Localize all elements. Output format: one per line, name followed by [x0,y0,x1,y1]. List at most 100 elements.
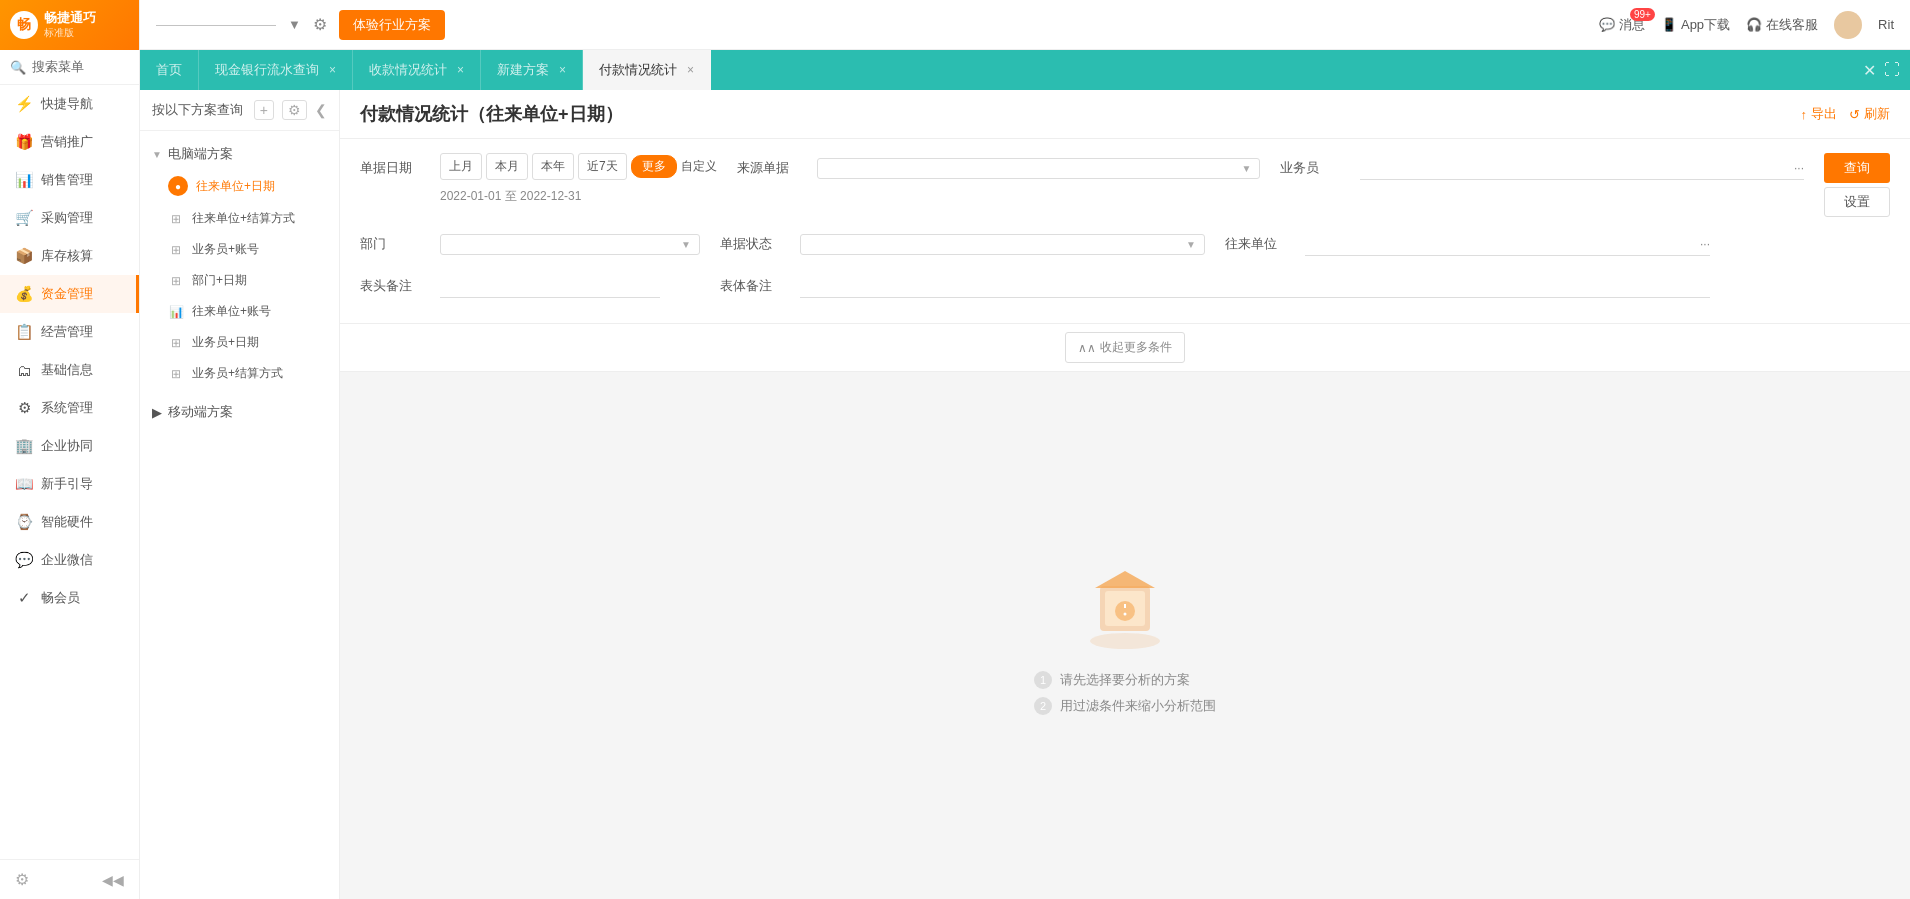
tab-bank-close[interactable]: × [329,63,336,77]
scheme-settings-icon[interactable]: ⚙ [282,100,307,120]
empty-illustration [1075,556,1175,659]
tab-new-scheme[interactable]: 新建方案 × [481,50,583,90]
date-custom-label[interactable]: 自定义 [681,158,717,175]
trial-button[interactable]: 体验行业方案 [339,10,445,40]
sidebar-item-basic[interactable]: 🗂 基础信息 [0,351,139,389]
tabs-actions: ✕ ⛶ [1863,61,1910,80]
scheme-item-unit-account[interactable]: 📊 往来单位+账号 [140,296,339,327]
date-this-year[interactable]: 本年 [532,153,574,180]
sidebar-item-system[interactable]: ⚙ 系统管理 [0,389,139,427]
date-range: 2022-01-01 至 2022-12-31 [440,188,717,205]
staff-label: 业务员 [1280,153,1360,183]
doc-status-select[interactable]: ▼ [800,234,1205,255]
sidebar-item-marketing[interactable]: 🎁 营销推广 [0,123,139,161]
tab-collection[interactable]: 收款情况统计 × [353,50,481,90]
search-icon: 🔍 [10,60,26,75]
header-note-input[interactable] [440,275,660,298]
sidebar-item-inventory[interactable]: 📦 库存核算 [0,237,139,275]
header-dropdown-icon[interactable]: ▼ [288,17,301,32]
sidebar-nav: ⚡ 快捷导航 🎁 营销推广 📊 销售管理 🛒 采购管理 📦 库存核算 💰 资金管… [0,85,139,859]
online-service-button[interactable]: 🎧 在线客服 [1746,16,1818,34]
date-7days[interactable]: 近7天 [578,153,627,180]
tab-expand-icon[interactable]: ⛶ [1884,61,1900,79]
add-scheme-icon[interactable]: + [254,100,274,120]
svg-point-0 [1090,633,1160,649]
empty-state: 1 请先选择要分析的方案 2 用过滤条件来缩小分析范围 [340,372,1910,899]
scheme-item-staff-date[interactable]: ⊞ 业务员+日期 [140,327,339,358]
left-panel-toolbar: + ⚙ [254,100,307,120]
mobile-scheme-section: ▶ 移动端方案 [140,397,339,427]
scheme-item-unit-payment[interactable]: ⊞ 往来单位+结算方式 [140,203,339,234]
query-button[interactable]: 查询 [1824,153,1890,183]
scheme-item-dept-date[interactable]: ⊞ 部门+日期 [140,265,339,296]
panel-collapse-icon[interactable]: ❮ [315,102,327,118]
unit-input[interactable]: ··· [1305,233,1710,256]
quick-nav-icon: ⚡ [15,95,33,113]
sidebar-item-sales[interactable]: 📊 销售管理 [0,161,139,199]
user-avatar [1834,11,1862,39]
sidebar-item-hardware[interactable]: ⌚ 智能硬件 [0,503,139,541]
scheme-item-unit-date[interactable]: ● 往来单位+日期 [140,169,339,203]
sidebar-item-purchase[interactable]: 🛒 采购管理 [0,199,139,237]
service-icon: 🎧 [1746,17,1762,32]
tab-bank-label: 现金银行流水查询 [215,61,319,79]
date-more-button[interactable]: 更多 [631,155,677,178]
top-header: —————————— ▼ ⚙ 体验行业方案 💬 消息 99+ 📱 App下载 🎧… [140,0,1910,50]
tab-home[interactable]: 首页 [140,50,199,90]
sidebar-item-collab[interactable]: 🏢 企业协同 [0,427,139,465]
refresh-label: 刷新 [1864,105,1890,123]
sidebar-collapse-icon[interactable]: ◀◀ [102,872,124,888]
scheme-item-staff-account[interactable]: ⊞ 业务员+账号 [140,234,339,265]
empty-hint-2: 2 用过滤条件来缩小分析范围 [1034,697,1216,715]
scheme-item-label: 业务员+日期 [192,334,259,351]
export-button[interactable]: ↑ 导出 [1801,105,1838,123]
tab-new-scheme-close[interactable]: × [559,63,566,77]
tab-payment[interactable]: 付款情况统计 × [583,50,711,90]
tab-payment-close[interactable]: × [687,63,694,77]
staff-input[interactable]: ··· [1360,157,1804,180]
refresh-button[interactable]: ↺ 刷新 [1849,105,1890,123]
scheme-item-staff-payment[interactable]: ⊞ 业务员+结算方式 [140,358,339,389]
settings-button[interactable]: 设置 [1824,187,1890,217]
tab-bank[interactable]: 现金银行流水查询 × [199,50,353,90]
source-select[interactable]: ▼ [817,158,1261,179]
basic-icon: 🗂 [15,361,33,379]
search-label: 搜索菜单 [32,58,84,76]
right-panel: 付款情况统计（往来单位+日期） ↑ 导出 ↺ 刷新 [340,90,1910,899]
messages-button[interactable]: 💬 消息 99+ [1599,16,1645,34]
main-area: —————————— ▼ ⚙ 体验行业方案 💬 消息 99+ 📱 App下载 🎧… [140,0,1910,899]
collab-icon: 🏢 [15,437,33,455]
dept-dropdown-icon: ▼ [681,239,691,250]
source-dropdown-icon: ▼ [1241,163,1251,174]
staff-payment-icon: ⊞ [168,366,184,382]
desktop-arrow-icon: ▼ [152,149,162,160]
sidebar-item-finance[interactable]: 💰 资金管理 [0,275,139,313]
sidebar-item-guide[interactable]: 📖 新手引导 [0,465,139,503]
tab-close-all-icon[interactable]: ✕ [1863,61,1876,80]
desktop-section-title[interactable]: ▼ 电脑端方案 [140,139,339,169]
sidebar-item-member[interactable]: ✓ 畅会员 [0,579,139,617]
app-download-button[interactable]: 📱 App下载 [1661,16,1730,34]
scheme-item-label: 往来单位+结算方式 [192,210,295,227]
sidebar-item-label: 新手引导 [41,475,93,493]
sidebar-item-operation[interactable]: 📋 经营管理 [0,313,139,351]
empty-hint-1: 1 请先选择要分析的方案 [1034,671,1216,689]
logo-name: 畅捷通巧 [44,10,96,26]
source-label: 来源单据 [737,153,817,183]
collapse-button[interactable]: ∧∧ 收起更多条件 [1065,332,1185,363]
header-settings-icon[interactable]: ⚙ [313,15,327,34]
tab-collection-close[interactable]: × [457,63,464,77]
sidebar-item-label: 营销推广 [41,133,93,151]
sidebar-item-quick-nav[interactable]: ⚡ 快捷导航 [0,85,139,123]
dept-select[interactable]: ▼ [440,234,700,255]
body-note-input[interactable] [800,275,1710,298]
logo-sub: 标准版 [44,26,96,40]
sidebar-settings-icon[interactable]: ⚙ [15,870,29,889]
sidebar-item-wechat[interactable]: 💬 企业微信 [0,541,139,579]
sidebar-search[interactable]: 🔍 搜索菜单 [0,50,139,85]
mobile-section-title[interactable]: ▶ 移动端方案 [152,403,327,421]
date-last-month[interactable]: 上月 [440,153,482,180]
date-this-month[interactable]: 本月 [486,153,528,180]
header-note-label: 表头备注 [360,271,440,301]
tab-new-scheme-label: 新建方案 [497,61,549,79]
